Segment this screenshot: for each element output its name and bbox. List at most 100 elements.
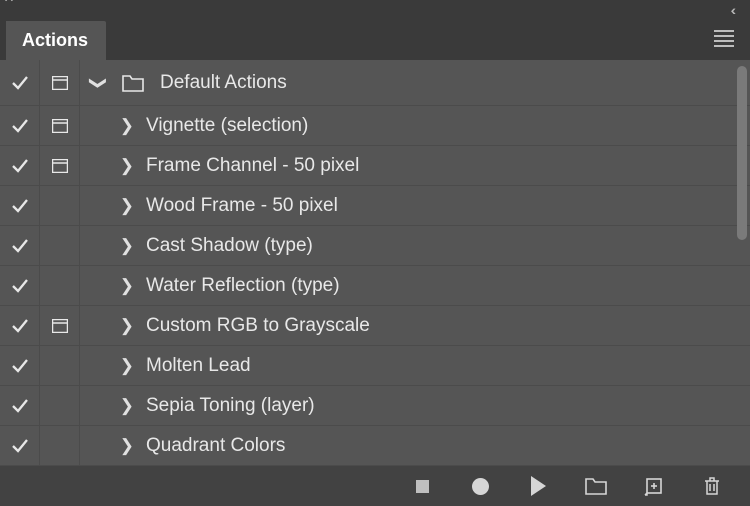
- checkmark-icon: [10, 396, 30, 416]
- action-row[interactable]: Cast Shadow (type): [0, 226, 750, 266]
- action-row[interactable]: Frame Channel - 50 pixel: [0, 146, 750, 186]
- panel-title: Actions: [22, 30, 88, 50]
- toggle-check[interactable]: [0, 386, 40, 425]
- scrollbar-thumb[interactable]: [737, 66, 747, 240]
- expand-toggle[interactable]: [80, 396, 136, 416]
- action-row[interactable]: Wood Frame - 50 pixel: [0, 186, 750, 226]
- toggle-check[interactable]: [0, 106, 40, 145]
- toggle-check[interactable]: [0, 346, 40, 385]
- toggle-dialog[interactable]: [40, 346, 80, 385]
- chevron-right-icon: [120, 316, 134, 336]
- toggle-check[interactable]: [0, 146, 40, 185]
- close-icon[interactable]: ×: [0, 0, 18, 8]
- action-label: Frame Channel - 50 pixel: [146, 155, 359, 176]
- new-set-button[interactable]: [584, 474, 608, 498]
- action-row[interactable]: Molten Lead: [0, 346, 750, 386]
- expand-toggle[interactable]: [80, 236, 136, 256]
- toggle-check[interactable]: [0, 226, 40, 265]
- checkmark-icon: [10, 356, 30, 376]
- empty-dialog-box: [53, 239, 67, 253]
- delete-button[interactable]: [700, 474, 724, 498]
- dialog-icon: [52, 119, 68, 133]
- toggle-check[interactable]: [0, 306, 40, 345]
- action-label: Quadrant Colors: [146, 435, 285, 456]
- action-row[interactable]: Vignette (selection): [0, 106, 750, 146]
- empty-dialog-box: [53, 439, 67, 453]
- toggle-check[interactable]: [0, 426, 40, 465]
- record-button[interactable]: [468, 474, 492, 498]
- action-label: Cast Shadow (type): [146, 235, 313, 256]
- toggle-dialog[interactable]: [40, 266, 80, 305]
- dialog-icon: [52, 319, 68, 333]
- dialog-icon: [52, 76, 68, 90]
- toggle-dialog[interactable]: [40, 426, 80, 465]
- action-label: Custom RGB to Grayscale: [146, 315, 370, 336]
- action-set-row[interactable]: Default Actions: [0, 60, 750, 106]
- actions-toolbar: [0, 466, 750, 506]
- toggle-dialog[interactable]: [40, 60, 80, 105]
- folder-icon: [122, 74, 144, 92]
- action-label: Wood Frame - 50 pixel: [146, 195, 338, 216]
- checkmark-icon: [10, 196, 30, 216]
- toggle-dialog[interactable]: [40, 306, 80, 345]
- panel-menu-icon[interactable]: [714, 30, 734, 47]
- chevron-right-icon: [120, 116, 134, 136]
- action-label: Molten Lead: [146, 355, 251, 376]
- empty-dialog-box: [53, 199, 67, 213]
- checkmark-icon: [10, 276, 30, 296]
- new-action-button[interactable]: [642, 474, 666, 498]
- chevron-right-icon: [120, 396, 134, 416]
- play-icon: [531, 476, 546, 496]
- expand-toggle[interactable]: [80, 196, 136, 216]
- expand-toggle[interactable]: [80, 116, 136, 136]
- checkmark-icon: [10, 73, 30, 93]
- new-action-icon: [644, 476, 664, 496]
- empty-dialog-box: [53, 399, 67, 413]
- play-button[interactable]: [526, 474, 550, 498]
- action-set-label: Default Actions: [160, 72, 287, 93]
- checkmark-icon: [10, 316, 30, 336]
- action-row[interactable]: Water Reflection (type): [0, 266, 750, 306]
- action-row[interactable]: Custom RGB to Grayscale: [0, 306, 750, 346]
- checkmark-icon: [10, 236, 30, 256]
- toggle-dialog[interactable]: [40, 226, 80, 265]
- toggle-dialog[interactable]: [40, 186, 80, 225]
- action-row[interactable]: Sepia Toning (layer): [0, 386, 750, 426]
- toggle-dialog[interactable]: [40, 106, 80, 145]
- trash-icon: [703, 476, 721, 496]
- toggle-check[interactable]: [0, 186, 40, 225]
- toggle-dialog[interactable]: [40, 146, 80, 185]
- checkmark-icon: [10, 156, 30, 176]
- action-label: Sepia Toning (layer): [146, 395, 315, 416]
- toggle-check[interactable]: [0, 60, 40, 105]
- record-icon: [472, 478, 489, 495]
- expand-toggle[interactable]: [80, 436, 136, 456]
- empty-dialog-box: [53, 279, 67, 293]
- actions-list: Default Actions Vignette (selection) Fram…: [0, 60, 750, 466]
- action-label: Vignette (selection): [146, 115, 308, 136]
- chevron-right-icon: [120, 436, 134, 456]
- chevron-right-icon: [120, 156, 134, 176]
- toggle-dialog[interactable]: [40, 386, 80, 425]
- expand-toggle[interactable]: [80, 276, 136, 296]
- dialog-icon: [52, 159, 68, 173]
- stop-button[interactable]: [410, 474, 434, 498]
- chevron-right-icon: [120, 236, 134, 256]
- expand-toggle[interactable]: [80, 73, 116, 93]
- chevron-down-icon: [91, 73, 105, 93]
- checkmark-icon: [10, 116, 30, 136]
- expand-toggle[interactable]: [80, 356, 136, 376]
- panel-tab-actions[interactable]: Actions: [6, 21, 106, 60]
- stop-icon: [416, 480, 429, 493]
- chevron-right-icon: [120, 196, 134, 216]
- action-row[interactable]: Quadrant Colors: [0, 426, 750, 466]
- expand-toggle[interactable]: [80, 316, 136, 336]
- empty-dialog-box: [53, 359, 67, 373]
- collapse-panel-icon[interactable]: ‹‹: [731, 2, 732, 18]
- expand-toggle[interactable]: [80, 156, 136, 176]
- toggle-check[interactable]: [0, 266, 40, 305]
- chevron-right-icon: [120, 356, 134, 376]
- checkmark-icon: [10, 436, 30, 456]
- action-label: Water Reflection (type): [146, 275, 340, 296]
- chevron-right-icon: [120, 276, 134, 296]
